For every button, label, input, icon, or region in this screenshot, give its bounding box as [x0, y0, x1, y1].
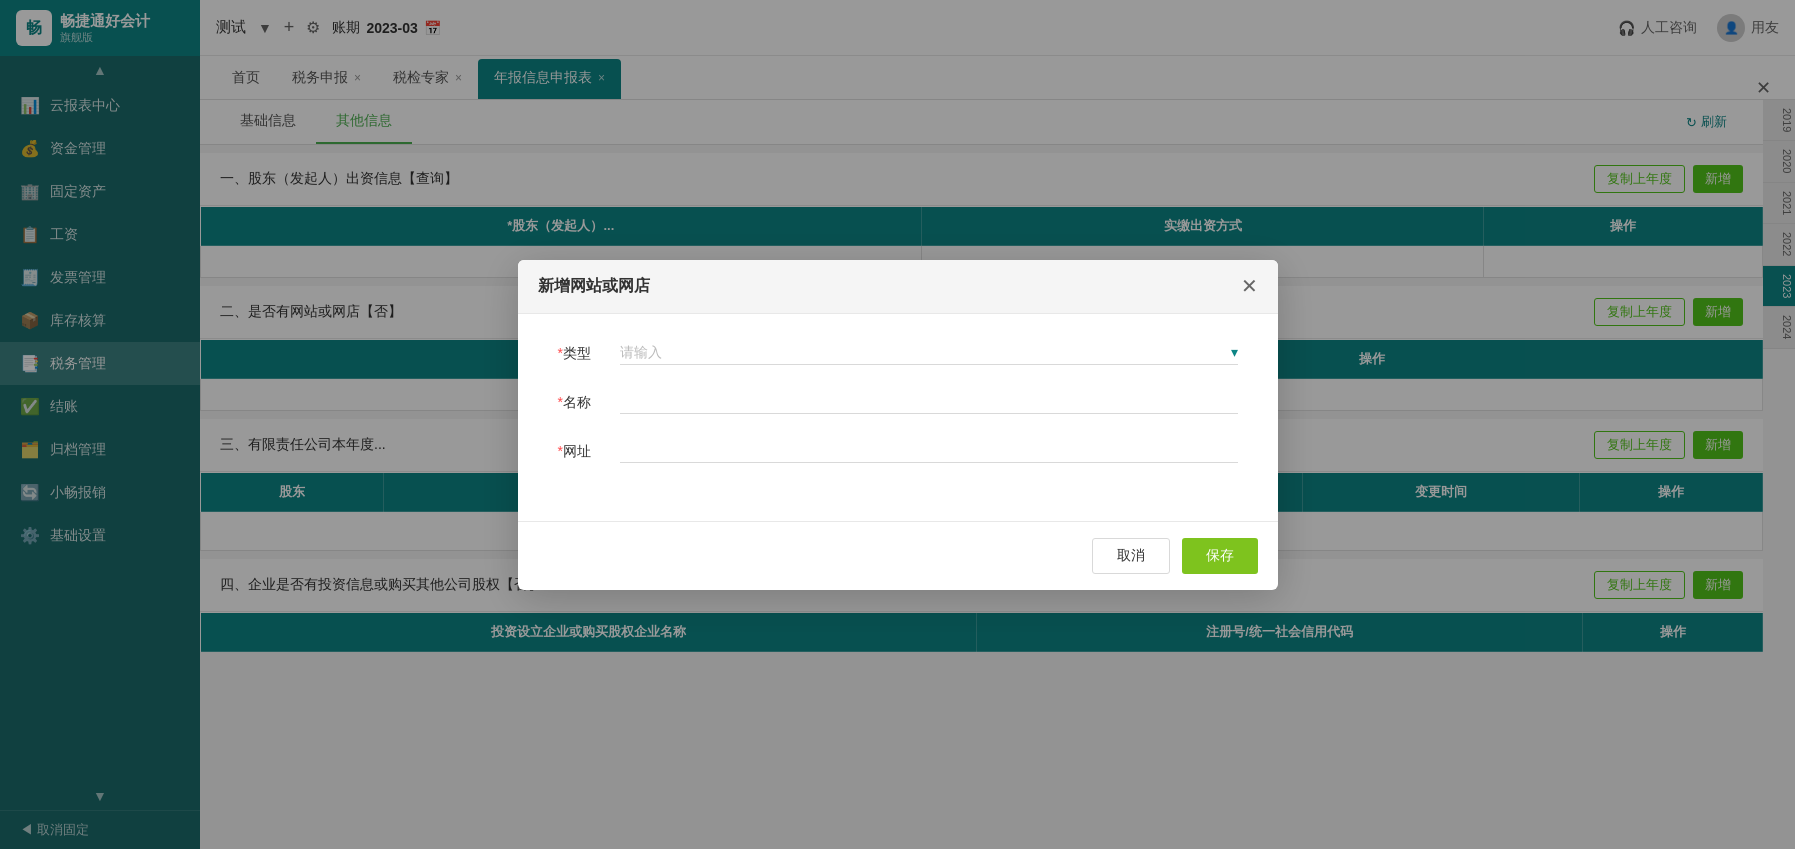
- cancel-button[interactable]: 取消: [1092, 538, 1170, 574]
- type-input[interactable]: [620, 344, 1231, 360]
- form-row-type: *类型 ▾: [558, 344, 1238, 365]
- name-input[interactable]: [620, 393, 1238, 409]
- form-row-name: *名称: [558, 393, 1238, 414]
- field-type-label: *类型: [558, 345, 608, 363]
- modal-close-button[interactable]: ✕: [1241, 276, 1258, 296]
- modal-title: 新增网站或网店: [538, 276, 650, 297]
- url-input-wrap: [620, 442, 1238, 463]
- field-name-label: *名称: [558, 394, 608, 412]
- field-url-label: *网址: [558, 443, 608, 461]
- modal-add-website: 新增网站或网店 ✕ *类型 ▾ *名称: [518, 260, 1278, 590]
- save-button[interactable]: 保存: [1182, 538, 1258, 574]
- modal-overlay: 新增网站或网店 ✕ *类型 ▾ *名称: [0, 0, 1795, 849]
- type-input-wrap: ▾: [620, 344, 1238, 365]
- name-input-wrap: [620, 393, 1238, 414]
- modal-header: 新增网站或网店 ✕: [518, 260, 1278, 314]
- url-input[interactable]: [620, 442, 1238, 458]
- modal-footer: 取消 保存: [518, 521, 1278, 590]
- dropdown-icon[interactable]: ▾: [1231, 344, 1238, 360]
- modal-body: *类型 ▾ *名称 *网址: [518, 314, 1278, 521]
- form-row-url: *网址: [558, 442, 1238, 463]
